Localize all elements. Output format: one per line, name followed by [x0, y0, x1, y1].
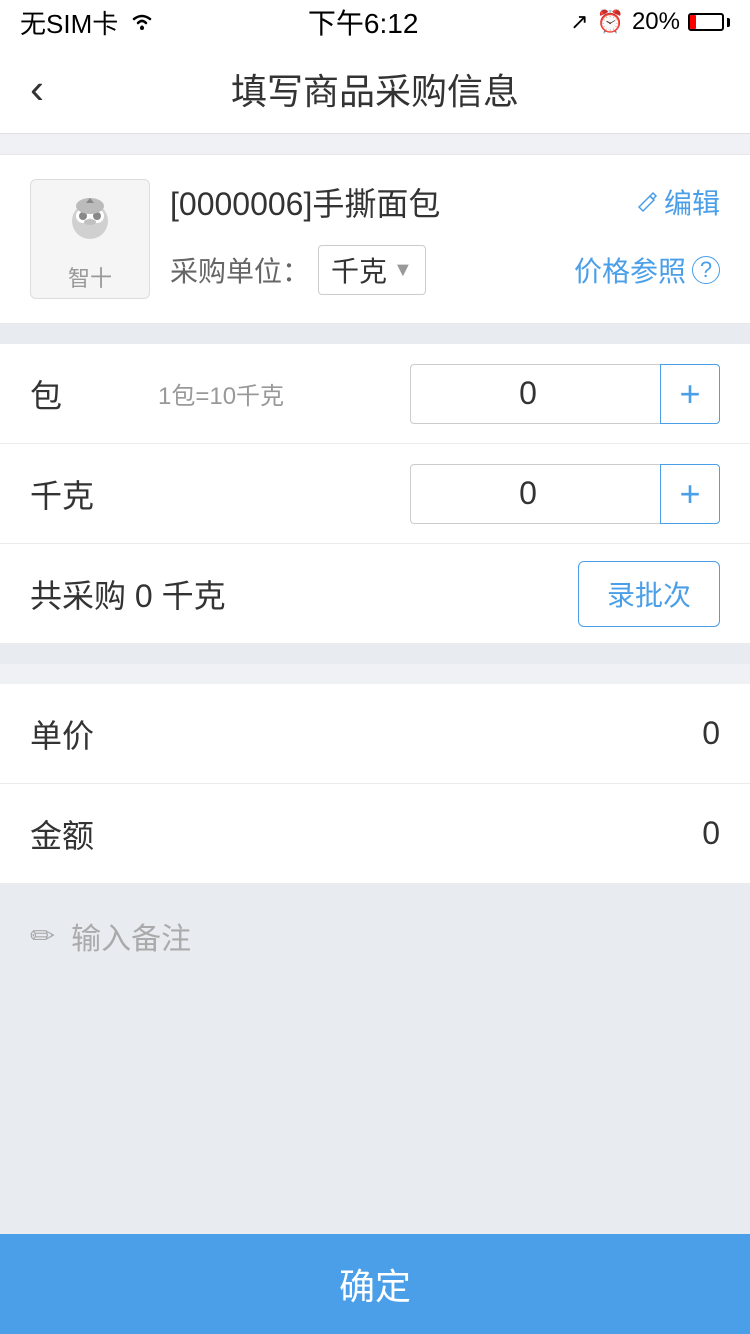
divider-1 [0, 324, 750, 344]
bag-quantity-input[interactable] [410, 364, 660, 424]
kg-plus-button[interactable]: + [660, 464, 720, 524]
input-section: 包 1包=10千克 + 千克 + 共采购 0 千克 录批次 [0, 344, 750, 644]
battery-indicator [688, 13, 730, 31]
amount-label: 金额 [30, 811, 94, 857]
status-right: ↗ ⏰ 20% [570, 8, 730, 36]
product-unit-row: 采购单位： 千克 ▼ 价格参照 ? [170, 245, 720, 295]
carrier-text: 无SIM卡 [20, 4, 118, 41]
status-bar: 无SIM卡 下午6:12 ↗ ⏰ 20% [0, 0, 750, 44]
summary-row: 共采购 0 千克 录批次 [0, 544, 750, 644]
divider-2 [0, 644, 750, 664]
product-name-row: [0000006]手撕面包 编辑 [170, 179, 720, 225]
kg-label: 千克 [30, 471, 150, 517]
product-image: 智十 [30, 179, 150, 299]
record-batch-button[interactable]: 录批次 [578, 561, 720, 627]
bag-label: 包 [30, 371, 150, 417]
amount-row: 金额 0 [0, 784, 750, 884]
page-title: 填写商品采购信息 [231, 63, 519, 115]
pencil-icon: ✏ [30, 919, 55, 954]
status-left: 无SIM卡 [20, 4, 156, 41]
kg-input-right: + [410, 464, 720, 524]
location-icon: ↗ [570, 9, 588, 35]
nav-bar: ‹ 填写商品采购信息 [0, 44, 750, 134]
wifi-icon [128, 7, 156, 38]
price-ref-label: 价格参照 [574, 250, 686, 290]
status-time: 下午6:12 [308, 2, 419, 42]
kg-quantity-input[interactable] [410, 464, 660, 524]
amount-value: 0 [702, 815, 720, 852]
unit-price-label: 单价 [30, 711, 94, 757]
product-brand-text: 智十 [68, 261, 112, 293]
product-owl-icon [60, 186, 120, 257]
note-placeholder: 输入备注 [71, 914, 191, 958]
bag-input-right: + [410, 364, 720, 424]
bag-plus-button[interactable]: + [660, 364, 720, 424]
note-section[interactable]: ✏ 输入备注 [0, 884, 750, 988]
bag-sublabel: 1包=10千克 [158, 376, 284, 411]
battery-percent: 20% [632, 8, 680, 36]
product-name: [0000006]手撕面包 [170, 179, 440, 225]
dropdown-arrow-icon: ▼ [393, 259, 413, 282]
confirm-button[interactable]: 确定 [0, 1234, 750, 1334]
product-card: 智十 [0000006]手撕面包 编辑 采购单位： 千克 ▼ 价格参照 [0, 154, 750, 324]
edit-button[interactable]: 编辑 [636, 182, 720, 222]
unit-label: 采购单位： [170, 250, 310, 290]
unit-value: 千克 [331, 250, 387, 290]
total-quantity-text: 共采购 0 千克 [30, 571, 226, 617]
unit-price-row: 单价 0 [0, 684, 750, 784]
alarm-icon: ⏰ [597, 9, 624, 35]
unit-price-value: 0 [702, 715, 720, 752]
price-section: 单价 0 金额 0 [0, 684, 750, 884]
price-ref-help-icon: ? [692, 256, 720, 284]
back-button[interactable]: ‹ [30, 65, 44, 113]
price-reference-button[interactable]: 价格参照 ? [574, 250, 720, 290]
kg-input-row: 千克 + [0, 444, 750, 544]
unit-select-dropdown[interactable]: 千克 ▼ [318, 245, 426, 295]
product-info: [0000006]手撕面包 编辑 采购单位： 千克 ▼ 价格参照 ? [170, 179, 720, 295]
bag-input-row: 包 1包=10千克 + [0, 344, 750, 444]
